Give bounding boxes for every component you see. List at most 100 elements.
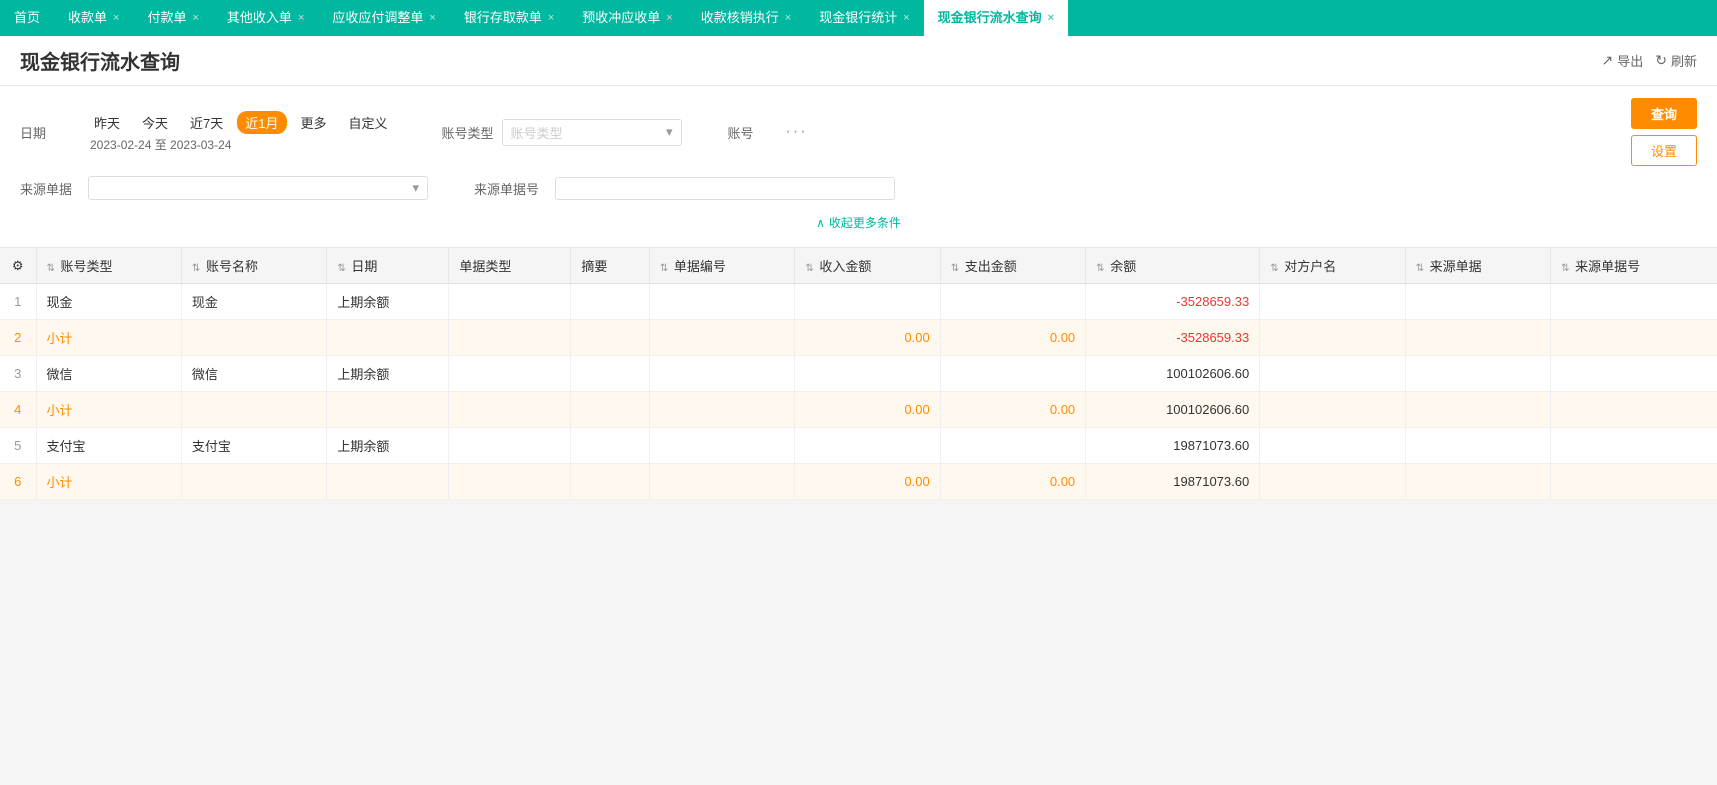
cell-date <box>327 464 449 500</box>
date-option-7days[interactable]: 近7天 <box>182 111 231 134</box>
chevron-up-icon: ∧ <box>816 216 825 230</box>
cell-summary <box>571 464 650 500</box>
close-icon[interactable]: × <box>785 0 791 36</box>
cell-source-doc <box>1405 356 1550 392</box>
collapse-bar[interactable]: ∧ 收起更多条件 <box>20 210 1697 235</box>
data-table: ⚙ ⇅ 账号类型 ⇅ 账号名称 ⇅ 日期 单据类型 摘要 <box>0 248 1717 500</box>
cell-doc-no <box>649 464 794 500</box>
close-icon[interactable]: × <box>192 0 198 36</box>
cell-income: 0.00 <box>795 320 940 356</box>
query-button[interactable]: 查询 <box>1631 98 1697 129</box>
account-type-label: 账号类型 <box>442 123 494 142</box>
date-option-custom[interactable]: 自定义 <box>341 111 396 134</box>
th-doc-type[interactable]: 单据类型 <box>449 248 571 284</box>
close-icon[interactable]: × <box>1048 0 1054 36</box>
nav-tab-现金银行统计[interactable]: 现金银行统计 × <box>805 0 923 36</box>
nav-tab-应收应付调整单[interactable]: 应收应付调整单 × <box>318 0 449 36</box>
close-icon[interactable]: × <box>298 0 304 36</box>
date-option-more[interactable]: 更多 <box>293 111 335 134</box>
nav-tab-收款单[interactable]: 收款单 × <box>54 0 133 36</box>
cell-summary <box>571 392 650 428</box>
cell-account-name: 现金 <box>181 284 326 320</box>
th-date[interactable]: ⇅ 日期 <box>327 248 449 284</box>
close-icon[interactable]: × <box>113 0 119 36</box>
cell-summary <box>571 320 650 356</box>
th-gear[interactable]: ⚙ <box>0 248 36 284</box>
account-dots[interactable]: ··· <box>786 123 808 141</box>
cell-balance: -3528659.33 <box>1086 320 1260 356</box>
close-icon[interactable]: × <box>429 0 435 36</box>
cell-source-doc <box>1405 392 1550 428</box>
table-container: ⚙ ⇅ 账号类型 ⇅ 账号名称 ⇅ 日期 单据类型 摘要 <box>0 248 1717 500</box>
th-other-name[interactable]: ⇅ 对方户名 <box>1260 248 1405 284</box>
nav-tab-预收冲应收单[interactable]: 预收冲应收单 × <box>568 0 686 36</box>
cell-income <box>795 428 940 464</box>
cell-source-doc <box>1405 320 1550 356</box>
cell-doc-no <box>649 284 794 320</box>
chevron-down-icon: ▾ <box>666 124 673 140</box>
cell-expense: 0.00 <box>940 464 1085 500</box>
cell-source-doc-no <box>1551 356 1717 392</box>
cell-other-name <box>1260 464 1405 500</box>
cell-doc-no <box>649 428 794 464</box>
cell-account-name <box>181 392 326 428</box>
table-header-row: ⚙ ⇅ 账号类型 ⇅ 账号名称 ⇅ 日期 单据类型 摘要 <box>0 248 1717 284</box>
cell-summary <box>571 356 650 392</box>
sort-icon: ⇅ <box>337 263 345 274</box>
settings-button[interactable]: 设置 <box>1631 135 1697 166</box>
close-icon[interactable]: × <box>666 0 672 36</box>
sort-icon: ⇅ <box>1416 263 1424 274</box>
table-row: 2 小计 0.00 0.00 -3528659.33 <box>0 320 1717 356</box>
export-button[interactable]: ↗ 导出 <box>1602 51 1644 70</box>
source-doc-select[interactable]: ▾ <box>88 176 428 200</box>
source-doc-no-label: 来源单据号 <box>474 179 539 198</box>
header-actions: ↗ 导出 ↻ 刷新 <box>1602 51 1698 70</box>
close-icon[interactable]: × <box>548 0 554 36</box>
th-source-doc[interactable]: ⇅ 来源单据 <box>1405 248 1550 284</box>
gear-icon[interactable]: ⚙ <box>12 258 24 273</box>
nav-tab-付款单[interactable]: 付款单 × <box>133 0 212 36</box>
filter-row-2: 来源单据 ▾ 来源单据号 <box>20 176 1697 200</box>
cell-expense <box>940 284 1085 320</box>
cell-date: 上期余额 <box>327 356 449 392</box>
th-doc-no[interactable]: ⇅ 单据编号 <box>649 248 794 284</box>
cell-account-type: 小计 <box>36 464 181 500</box>
th-account-type[interactable]: ⇅ 账号类型 <box>36 248 181 284</box>
cell-source-doc-no <box>1551 464 1717 500</box>
cell-account-type: 小计 <box>36 392 181 428</box>
th-source-doc-no[interactable]: ⇅ 来源单据号 <box>1551 248 1717 284</box>
th-account-name[interactable]: ⇅ 账号名称 <box>181 248 326 284</box>
th-income[interactable]: ⇅ 收入金额 <box>795 248 940 284</box>
date-label: 日期 <box>20 123 70 142</box>
nav-tab-其他收入单[interactable]: 其他收入单 × <box>213 0 318 36</box>
cell-doc-no <box>649 320 794 356</box>
cell-source-doc-no <box>1551 392 1717 428</box>
close-icon[interactable]: × <box>903 0 909 36</box>
cell-balance: 100102606.60 <box>1086 356 1260 392</box>
filter-area: 日期 昨天 今天 近7天 近1月 更多 自定义 2023-02-24 至 202… <box>0 86 1717 248</box>
th-expense[interactable]: ⇅ 支出金额 <box>940 248 1085 284</box>
source-doc-no-input[interactable] <box>555 177 895 200</box>
account-type-select[interactable]: 账号类型 ▾ <box>502 119 682 146</box>
cell-index: 1 <box>0 284 36 320</box>
refresh-button[interactable]: ↻ 刷新 <box>1655 51 1697 70</box>
cell-index: 2 <box>0 320 36 356</box>
cell-expense <box>940 356 1085 392</box>
th-summary[interactable]: 摘要 <box>571 248 650 284</box>
cell-expense <box>940 428 1085 464</box>
sort-icon: ⇅ <box>660 263 668 274</box>
cell-other-name <box>1260 392 1405 428</box>
date-option-1month[interactable]: 近1月 <box>237 111 286 134</box>
nav-tab-现金银行流水查询[interactable]: 现金银行流水查询 × <box>924 0 1068 36</box>
date-option-today[interactable]: 今天 <box>134 111 176 134</box>
cell-source-doc <box>1405 428 1550 464</box>
cell-source-doc <box>1405 284 1550 320</box>
nav-home[interactable]: 首页 <box>0 0 54 36</box>
date-option-yesterday[interactable]: 昨天 <box>86 111 128 134</box>
nav-tab-收款核销执行[interactable]: 收款核销执行 × <box>687 0 805 36</box>
nav-tab-银行存取款单[interactable]: 银行存取款单 × <box>450 0 568 36</box>
cell-income: 0.00 <box>795 464 940 500</box>
th-balance[interactable]: ⇅ 余额 <box>1086 248 1260 284</box>
chevron-down-icon: ▾ <box>412 180 419 196</box>
cell-date: 上期余额 <box>327 284 449 320</box>
